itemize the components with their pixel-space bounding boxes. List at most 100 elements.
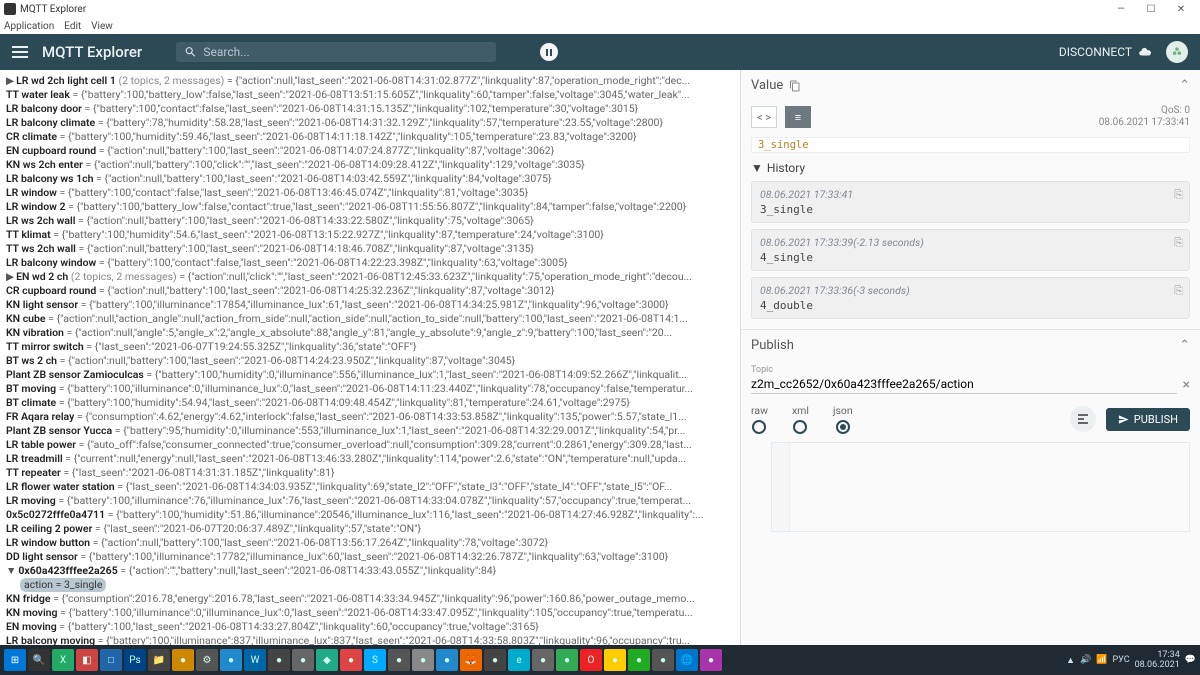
window-close[interactable]: ✕ (1166, 0, 1196, 18)
history-header[interactable]: ▼History (741, 157, 1200, 179)
tree-row[interactable]: CR cupboard round = {"action":null,"batt… (6, 284, 734, 298)
taskbar-item[interactable]: ● (700, 649, 722, 671)
tree-row[interactable]: LR ws 2ch wall = {"action":null,"battery… (6, 214, 734, 228)
taskbar-item[interactable]: 🦊 (460, 649, 482, 671)
taskbar-item[interactable]: S (364, 649, 386, 671)
taskbar-item[interactable]: ● (292, 649, 314, 671)
tree-row[interactable]: TT water leak = {"battery":100,"battery_… (6, 88, 734, 102)
taskbar-item[interactable]: □ (100, 649, 122, 671)
chevron-up-icon[interactable]: ⌃ (1179, 78, 1190, 93)
taskbar-item[interactable]: ⚙ (196, 649, 218, 671)
taskbar-item[interactable]: ● (172, 649, 194, 671)
tree-row[interactable]: KN light sensor = {"battery":100,"illumi… (6, 298, 734, 312)
copy-icon[interactable]: ⎘ (1174, 236, 1183, 250)
taskbar-item[interactable]: 📁 (148, 649, 170, 671)
history-list[interactable]: 08.06.2021 17:33:413_single⎘08.06.2021 1… (741, 179, 1200, 329)
taskbar-item[interactable]: ◧ (76, 649, 98, 671)
tree-row[interactable]: TT klimat = {"battery":100,"humidity":54… (6, 228, 734, 242)
clear-topic-icon[interactable]: × (1183, 377, 1190, 393)
taskbar-item[interactable]: ● (532, 649, 554, 671)
tree-row[interactable]: Plant ZB sensor Yucca = {"battery":95,"h… (6, 424, 734, 438)
taskbar-item[interactable]: 🔍 (28, 649, 50, 671)
search-box[interactable] (176, 42, 496, 62)
copy-icon[interactable]: ⎘ (1174, 188, 1183, 202)
tree-row[interactable]: DD light sensor = {"battery":100,"illumi… (6, 550, 734, 564)
tree-row[interactable]: KN vibration = {"action":null,"angle":5,… (6, 326, 734, 340)
tree-row[interactable]: KN moving = {"battery":100,"illuminance"… (6, 606, 734, 620)
taskbar-item[interactable]: ● (556, 649, 578, 671)
tree-row[interactable]: CR climate = {"battery":100,"humidity":5… (6, 130, 734, 144)
tree-row[interactable]: KN ws 2ch enter = {"action":null,"batter… (6, 158, 734, 172)
format-raw[interactable]: raw (751, 404, 768, 434)
tree-row[interactable]: LR balcony ws 1ch = {"action":null,"batt… (6, 172, 734, 186)
taskbar-item[interactable]: ● (412, 649, 434, 671)
tree-row[interactable]: TT ws 2ch wall = {"action":null,"battery… (6, 242, 734, 256)
tree-row[interactable]: LR treadmill = {"current":null,"energy":… (6, 452, 734, 466)
tree-row[interactable]: LR window = {"battery":100,"contact":fal… (6, 186, 734, 200)
tree-sub-row[interactable]: action = 3_single (6, 578, 734, 592)
tree-row[interactable]: ▶EN wd 2 ch (2 topics, 2 messages) = {"a… (6, 270, 734, 284)
tray-icon[interactable]: 📶 (1096, 655, 1107, 665)
taskbar[interactable]: ⊞ 🔍 X ◧ □ Ps 📁 ● ⚙ ● W ● ● ◆ ● S ● ● ● 🦊… (0, 645, 1200, 675)
taskbar-item[interactable]: Ps (124, 649, 146, 671)
tree-row[interactable]: TT mirror switch = {"last_seen":"2021-06… (6, 340, 734, 354)
view-code-button[interactable]: < > (751, 106, 777, 128)
history-card[interactable]: 08.06.2021 17:33:39(-2.13 seconds)4_sing… (751, 229, 1190, 271)
view-text-button[interactable]: ≡ (785, 106, 811, 128)
format-json[interactable]: json (833, 404, 853, 434)
taskbar-clock[interactable]: 17:34 08.06.2021 (1135, 650, 1180, 670)
pause-button[interactable] (540, 43, 558, 61)
menu-application[interactable]: Application (4, 21, 54, 32)
avatar[interactable] (1166, 41, 1188, 63)
tree-row[interactable]: LR ceiling 2 power = {"last_seen":"2021-… (6, 522, 734, 536)
tree-row[interactable]: KN fridge = {"consumption":2016.78,"ener… (6, 592, 734, 606)
tree-row[interactable]: LR flower water station = {"last_seen":"… (6, 480, 734, 494)
taskbar-item[interactable]: e (508, 649, 530, 671)
tree-row[interactable]: LR table power = {"auto_off":false,"cons… (6, 438, 734, 452)
tree-row[interactable]: LR window button = {"action":null,"batte… (6, 536, 734, 550)
taskbar-item[interactable]: ● (436, 649, 458, 671)
tray-icon[interactable]: 🔊 (1080, 655, 1091, 665)
tree-row[interactable]: BT moving = {"battery":100,"illuminance"… (6, 382, 734, 396)
menu-edit[interactable]: Edit (64, 21, 81, 32)
tree-row[interactable]: LR window 2 = {"battery":100,"battery_lo… (6, 200, 734, 214)
copy-icon[interactable]: ⎘ (1174, 284, 1183, 298)
taskbar-item[interactable]: ● (220, 649, 242, 671)
taskbar-item[interactable]: ● (340, 649, 362, 671)
chevron-up-icon[interactable]: ⌃ (1179, 338, 1190, 353)
taskbar-item[interactable]: ● (484, 649, 506, 671)
disconnect-button[interactable]: DISCONNECT (1059, 45, 1152, 59)
tree-row[interactable]: Plant ZB sensor Zamioculcas = {"battery"… (6, 368, 734, 382)
tree-row[interactable]: TT repeater = {"last_seen":"2021-06-08T1… (6, 466, 734, 480)
taskbar-item[interactable]: 🌐 (676, 649, 698, 671)
tray-lang[interactable]: РУС (1112, 655, 1129, 665)
format-button[interactable] (1070, 406, 1096, 432)
window-minimize[interactable]: — (1106, 0, 1136, 18)
publish-button[interactable]: PUBLISH (1106, 408, 1190, 431)
start-button[interactable]: ⊞ (4, 649, 26, 671)
tree-row[interactable]: 0x5c0272fffe0a4711 = {"battery":100,"hum… (6, 508, 734, 522)
taskbar-item[interactable]: W (244, 649, 266, 671)
window-maximize[interactable]: ☐ (1136, 0, 1166, 18)
tree-row[interactable]: LR balcony door = {"battery":100,"contac… (6, 102, 734, 116)
value-header[interactable]: Value ⌃ (741, 70, 1200, 101)
taskbar-item[interactable]: ● (628, 649, 650, 671)
tree-row[interactable]: LR moving = {"battery":100,"illuminance"… (6, 494, 734, 508)
tree-row[interactable]: EN moving = {"battery":100,"last_seen":"… (6, 620, 734, 634)
taskbar-item[interactable]: ● (652, 649, 674, 671)
hamburger-icon[interactable] (12, 46, 28, 58)
tree-row[interactable]: BT climate = {"battery":100,"humidity":5… (6, 396, 734, 410)
tree-row[interactable]: ▶LR wd 2ch light cell 1 (2 topics, 2 mes… (6, 74, 734, 88)
publish-header[interactable]: Publish ⌃ (741, 330, 1200, 361)
taskbar-item[interactable]: O (580, 649, 602, 671)
taskbar-item[interactable]: X (52, 649, 74, 671)
tree-row[interactable]: LR balcony window = {"battery":100,"cont… (6, 256, 734, 270)
tree-row[interactable]: LR balcony moving = {"battery":100,"illu… (6, 634, 734, 645)
tree-row[interactable]: FR Aqara relay = {"consumption":4.62,"en… (6, 410, 734, 424)
taskbar-item[interactable]: ● (604, 649, 626, 671)
taskbar-item[interactable]: ● (268, 649, 290, 671)
taskbar-item[interactable]: ● (388, 649, 410, 671)
history-card[interactable]: 08.06.2021 17:33:36(-3 seconds)4_double⎘ (751, 277, 1190, 319)
tree-row[interactable]: ▼0x60a423fffee2a265 = {"action":"","batt… (6, 564, 734, 578)
publish-editor[interactable] (771, 442, 1190, 532)
